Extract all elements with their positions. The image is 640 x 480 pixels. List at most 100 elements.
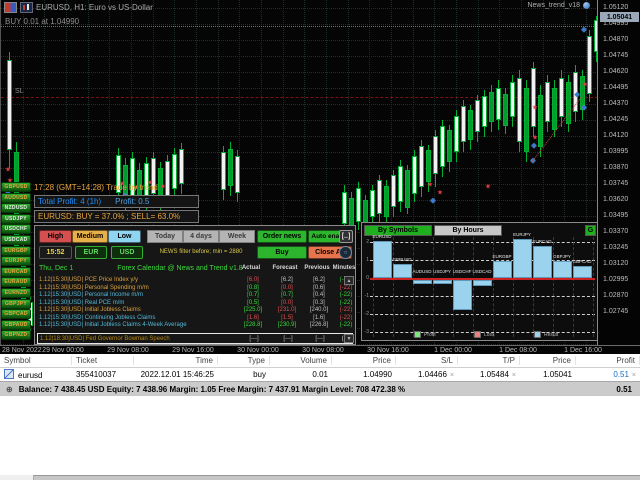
news-row-value: (-22): [339, 307, 353, 313]
close-x-button[interactable]: ×: [512, 372, 516, 379]
chart-area[interactable]: ★★★★★★★★★★★★◆◆◆◆◆◆◆◆ EURUSD, H1: Euro vs…: [0, 0, 598, 345]
expand-icon[interactable]: ⊕: [6, 385, 13, 394]
candlestick: [524, 88, 529, 152]
histogram-axis-label: -1: [364, 293, 369, 299]
news-row[interactable]: 1.12|15:30|USD| Initial Jobless Claims 4…: [37, 321, 352, 329]
symbol-button-eurgbp[interactable]: EURGBP: [1, 245, 31, 256]
symbol-button-gbpcad[interactable]: GBPCAD: [1, 309, 31, 320]
buy-signal-diamond-icon: ◆: [581, 26, 587, 34]
importance-button-low[interactable]: Low: [108, 230, 141, 243]
candlestick: [566, 82, 571, 124]
news-row-value: [1.6]: [313, 314, 325, 321]
symbol-button-audusd[interactable]: AUDUSD: [1, 192, 31, 203]
news-column-header: Previous: [304, 265, 330, 271]
histogram-bar-label: AUDUSD: [412, 269, 432, 274]
grid-line-horizontal: [1, 120, 598, 121]
candlestick: [440, 126, 445, 167]
trade-table-header: Symbol Ticket Time Type Volume Price S/L T/P Pri…: [0, 354, 640, 368]
price-label: 1.05120: [603, 4, 629, 11]
price-label: 1.04870: [603, 36, 629, 43]
histogram-vgridline: [573, 237, 574, 337]
time-axis[interactable]: 28 Nov 2022 29 Nov 00:00 29 Nov 08:00 29 No…: [0, 345, 640, 354]
currency-button-usd[interactable]: USD: [111, 246, 143, 259]
symbol-button-usdjpy[interactable]: USDJPY: [1, 213, 31, 224]
col-header-time: Time: [134, 356, 218, 365]
bracket-settings-button[interactable]: [..]: [339, 230, 353, 243]
news-row-value: [6.2]: [281, 277, 293, 283]
current-price-badge: 1.05041: [600, 12, 639, 22]
horizontal-scrollbar[interactable]: [0, 475, 640, 480]
symbol-button-eurjpy[interactable]: EURJPY: [1, 256, 31, 267]
globe-icon[interactable]: ○: [339, 246, 352, 259]
buy-signal-diamond-icon: ◆: [531, 142, 537, 150]
sell-signal-star-icon: ★: [426, 181, 434, 189]
chart-title-bar: EURUSD, H1: Euro vs US-Dollar: [4, 2, 153, 13]
candlestick: [475, 100, 480, 132]
news-row-value: [231.0]: [277, 307, 297, 313]
close-x-button[interactable]: ×: [450, 372, 454, 379]
news-scroll-down-button[interactable]: ▼: [344, 334, 354, 343]
candlestick: [489, 92, 494, 122]
symbol-button-usdcad[interactable]: USDCAD: [1, 235, 31, 245]
indicator-name-text: News_trend_v18: [527, 2, 580, 9]
histogram-bar-gbpusd: [393, 264, 412, 278]
candlestick: [398, 166, 403, 202]
total-profit-box: Total Profit: 4 (1h) Profit: 0.5: [34, 195, 199, 208]
close-x-button[interactable]: ×: [632, 372, 636, 379]
col-header-volume: Volume: [270, 356, 332, 365]
news-row-value: [---]: [283, 335, 293, 342]
candlestick: [454, 116, 459, 152]
importance-button-high[interactable]: High: [39, 230, 72, 243]
legend-swatch: [474, 331, 481, 338]
currency-button-eur[interactable]: EUR: [75, 246, 107, 259]
tab-by-hours[interactable]: By Hours: [434, 225, 502, 236]
candlestick: [165, 161, 170, 196]
news-row-name: 1.12|15:30|USD| Personal Income m/m: [39, 292, 144, 298]
news-row-name: 1.12|15:30|USD| Real PCE m/m: [39, 299, 125, 306]
trade-table-row[interactable]: eurusd 355410037 2022.12.01 15:46:25 buy 0.0…: [0, 368, 640, 381]
price-label: 1.03870: [603, 164, 629, 171]
range-button-today[interactable]: Today: [147, 230, 183, 243]
news-row-value: [230.9]: [277, 322, 297, 328]
news-row-name: 1.12|15:30|USD| PCE Price Index y/y: [39, 277, 139, 283]
trade-cell: 0.01: [312, 370, 328, 379]
col-header-profit: Profit: [576, 356, 640, 365]
histogram-vgridline: [433, 237, 434, 337]
buy-button[interactable]: Buy: [257, 246, 307, 259]
sentiment-box: EURUSD: BUY = 37.0% ; SELL= 63.0%: [34, 210, 199, 223]
time-label: 1 Dec 16:00: [564, 347, 602, 354]
news-scroll-up-button[interactable]: ▲: [344, 276, 354, 285]
order-news-button[interactable]: Order news: [257, 230, 307, 243]
histogram-axis-label: 0: [366, 275, 369, 281]
news-row[interactable]: 1.12|18:30|USD| Fed Governor Bowman Spee…: [37, 333, 353, 344]
trade-cell: 1.04990: [363, 370, 392, 379]
news-row-value: (-22): [339, 292, 353, 298]
symbol-button-usdchf[interactable]: USDCHF: [1, 224, 31, 235]
histogram-bar-usdcad: [473, 280, 492, 286]
price-axis[interactable]: 1.05120 1.04995 1.04870 1.04745 1.04620 1.044…: [597, 0, 640, 345]
g-button[interactable]: G: [585, 225, 596, 236]
candlestick-chart-icon: [20, 2, 33, 13]
symbol-button-gbpnzd[interactable]: GBPNZD: [1, 330, 31, 341]
symbol-button-gbpaud[interactable]: GBPAUD: [1, 319, 31, 330]
grid-line-horizontal: [1, 152, 598, 153]
histogram-bar-eurgbp: [493, 261, 512, 278]
range-button-4-days[interactable]: 4 days: [183, 230, 219, 243]
news-calendar-panel: High Medium Low Today 4 days Week Order news Au…: [34, 225, 356, 345]
symbol-button-eurcad[interactable]: EURCAD: [1, 266, 31, 277]
symbol-button-euraud[interactable]: EURAUD: [1, 277, 31, 288]
news-column-header: Actual: [241, 265, 261, 271]
importance-button-medium[interactable]: Medium: [72, 230, 108, 243]
candlestick: [447, 130, 452, 162]
col-header-symbol: Symbol: [0, 356, 72, 365]
range-button-week[interactable]: Week: [219, 230, 255, 243]
legend-item-profit: Profit: [414, 331, 436, 338]
symbol-button-gbpusd[interactable]: GBPUSD: [1, 182, 31, 192]
candlestick: [559, 78, 564, 117]
news-row-value: (-22): [339, 299, 353, 306]
grid-line-horizontal: [1, 24, 598, 25]
profit-label: Profit: 0.5: [115, 197, 150, 206]
symbol-button-nzdusd[interactable]: NZDUSD: [1, 203, 31, 214]
symbol-button-gbpjpy[interactable]: GBPJPY: [1, 298, 31, 309]
symbol-button-eurnzd[interactable]: EURNZD: [1, 288, 31, 298]
